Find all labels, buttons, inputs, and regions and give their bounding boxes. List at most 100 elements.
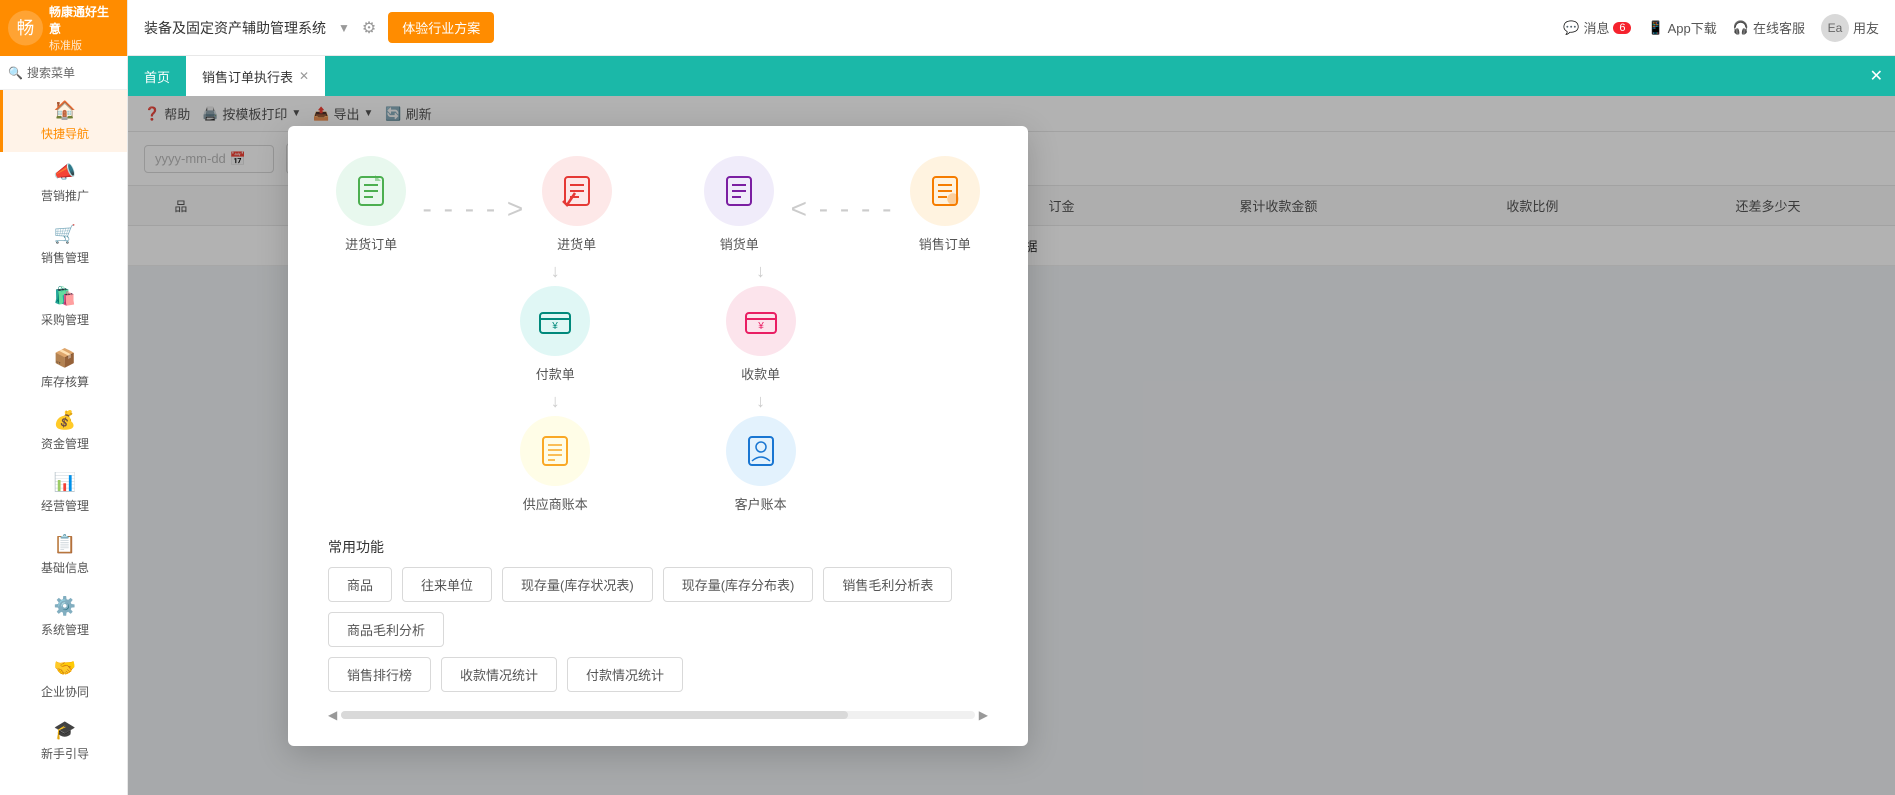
flow-item-supplier-ledger[interactable]: 供应商账本 bbox=[520, 416, 590, 513]
phone-icon: 📱 bbox=[1647, 20, 1663, 36]
func-btn-goods[interactable]: 商品 bbox=[328, 567, 392, 602]
func-btn-stock-dist[interactable]: 现存量(库存分布表) bbox=[663, 567, 814, 602]
supplier-ledger-circle bbox=[520, 416, 590, 486]
message-badge: 6 bbox=[1613, 22, 1631, 34]
flow-item-payment-bill[interactable]: ¥ 付款单 bbox=[520, 286, 590, 383]
func-buttons: 商品 往来单位 现存量(库存状况表) 现存量(库存分布表) 销售毛利分析表 商品… bbox=[328, 567, 988, 647]
sidebar-item-label: 新手引导 bbox=[41, 745, 89, 762]
arrow-down-rec: ↓ bbox=[726, 391, 796, 412]
avatar: Ea bbox=[1821, 14, 1849, 42]
func-btn-sales-rank[interactable]: 销售排行榜 bbox=[328, 657, 431, 692]
sales-order-circle bbox=[910, 156, 980, 226]
supplier-ledger-label: 供应商账本 bbox=[523, 494, 588, 513]
tab-close-icon[interactable]: ✕ bbox=[299, 69, 309, 83]
func-btn-receipt-stats[interactable]: 收款情况统计 bbox=[441, 657, 557, 692]
sidebar-item-newbie[interactable]: 🎓 新手引导 bbox=[0, 710, 127, 772]
main-content: 装备及固定资产辅助管理系统 ▼ ⚙ 体验行业方案 💬 消息 6 📱 App下载 … bbox=[128, 0, 1895, 795]
sidebar-item-marketing[interactable]: 📣 营销推广 bbox=[0, 152, 127, 214]
flow-item-purchase-order[interactable]: 进货订单 bbox=[336, 156, 406, 253]
supplier-ledger-icon bbox=[535, 431, 575, 471]
func-btn-goods-profit[interactable]: 商品毛利分析 bbox=[328, 612, 444, 647]
payment-bill-icon: ¥ bbox=[535, 301, 575, 341]
modal-overlay[interactable]: 进货订单 - - - - > bbox=[128, 96, 1895, 795]
flow-row-1: 进货订单 - - - - > bbox=[328, 156, 988, 253]
inventory-icon: 📦 bbox=[54, 348, 76, 369]
sales-bill-icon bbox=[719, 171, 759, 211]
arrow-right-1: - - - - > bbox=[423, 193, 526, 225]
sidebar-item-quick-nav[interactable]: 🏠 快捷导航 bbox=[0, 90, 127, 152]
operation-icon: 📊 bbox=[54, 472, 76, 493]
flow-item-receipt-bill[interactable]: ¥ 收款单 bbox=[726, 286, 796, 383]
sales-exec-tab-label: 销售订单执行表 bbox=[202, 67, 293, 86]
sidebar-item-inventory[interactable]: 📦 库存核算 bbox=[0, 338, 127, 400]
dropdown-arrow-icon[interactable]: ▼ bbox=[338, 21, 350, 35]
marketing-icon: 📣 bbox=[54, 162, 76, 183]
app-download-btn[interactable]: 📱 App下载 bbox=[1647, 18, 1716, 37]
customer-ledger-circle bbox=[726, 416, 796, 486]
flow-row-2: ¥ 付款单 bbox=[328, 286, 988, 383]
experience-btn[interactable]: 体验行业方案 bbox=[388, 12, 494, 43]
online-service-label: 在线客服 bbox=[1753, 18, 1805, 37]
username: 用友 bbox=[1853, 18, 1879, 37]
page-content: ❓ 帮助 🖨️ 按模板打印 ▼ 📤 导出 ▼ 🔄 刷新 bbox=[128, 96, 1895, 795]
logo-icon: 畅 bbox=[8, 10, 43, 46]
tab-close-main-icon[interactable]: ✕ bbox=[1870, 66, 1883, 86]
arrow-down-pay: ↓ bbox=[520, 391, 590, 412]
gear-icon[interactable]: ⚙ bbox=[362, 18, 376, 38]
arrow-left-1: < - - - - bbox=[791, 193, 894, 225]
sidebar-item-base-info[interactable]: 📋 基础信息 bbox=[0, 524, 127, 586]
flow-modal: 进货订单 - - - - > bbox=[288, 126, 1028, 746]
scroll-left-icon[interactable]: ◀ bbox=[328, 708, 337, 722]
sidebar-logo: 畅 畅康通好生意 标准版 bbox=[0, 0, 127, 56]
sidebar-item-label: 系统管理 bbox=[41, 621, 89, 638]
base-info-icon: 📋 bbox=[54, 534, 76, 555]
func-buttons-row2: 销售排行榜 收款情况统计 付款情况统计 bbox=[328, 657, 988, 692]
modal-scrollbar[interactable]: ◀ ▶ bbox=[328, 708, 988, 722]
func-btn-sales-profit[interactable]: 销售毛利分析表 bbox=[823, 567, 952, 602]
avatar-text: Ea bbox=[1828, 21, 1843, 35]
common-funcs: 常用功能 商品 往来单位 现存量(库存状况表) 现存量(库存分布表) 销售毛利分… bbox=[328, 537, 988, 692]
sidebar-item-sales[interactable]: 🛒 销售管理 bbox=[0, 214, 127, 276]
home-tab-label: 首页 bbox=[144, 67, 170, 86]
func-btn-payment-stats[interactable]: 付款情况统计 bbox=[567, 657, 683, 692]
online-service-btn[interactable]: 🎧 在线客服 bbox=[1733, 18, 1805, 37]
func-btn-stock-status[interactable]: 现存量(库存状况表) bbox=[502, 567, 653, 602]
flow-item-purchase-bill[interactable]: 进货单 bbox=[542, 156, 612, 253]
sales-order-icon bbox=[925, 171, 965, 211]
func-btn-trading-unit[interactable]: 往来单位 bbox=[402, 567, 492, 602]
sidebar-item-operation[interactable]: 📊 经营管理 bbox=[0, 462, 127, 524]
flow-diagram: 进货订单 - - - - > bbox=[328, 156, 988, 529]
sidebar-search[interactable]: 🔍 搜索菜单 bbox=[0, 56, 127, 90]
sidebar-item-purchase[interactable]: 🛍️ 采购管理 bbox=[0, 276, 127, 338]
flow-arrows-down-row2: ↓ ↓ bbox=[328, 391, 988, 412]
customer-ledger-icon bbox=[741, 431, 781, 471]
sidebar-item-finance[interactable]: 💰 资金管理 bbox=[0, 400, 127, 462]
sidebar-search-label: 搜索菜单 bbox=[27, 64, 75, 81]
flow-item-sales-order[interactable]: 销售订单 bbox=[910, 156, 980, 253]
service-icon: 🎧 bbox=[1733, 20, 1749, 36]
sidebar: 畅 畅康通好生意 标准版 🔍 搜索菜单 🏠 快捷导航 📣 营销推广 🛒 销售管理 bbox=[0, 0, 128, 795]
sidebar-item-label: 企业协同 bbox=[41, 683, 89, 700]
finance-icon: 💰 bbox=[54, 410, 76, 431]
scroll-right-icon[interactable]: ▶ bbox=[979, 708, 988, 722]
purchase-order-label: 进货订单 bbox=[345, 234, 397, 253]
message-label: 消息 bbox=[1583, 18, 1609, 37]
flow-item-sales-bill[interactable]: 销货单 bbox=[704, 156, 774, 253]
flow-item-customer-ledger[interactable]: 客户账本 bbox=[726, 416, 796, 513]
message-btn[interactable]: 💬 消息 6 bbox=[1563, 18, 1631, 37]
sidebar-item-system[interactable]: ⚙️ 系统管理 bbox=[0, 586, 127, 648]
user-profile[interactable]: Ea 用友 bbox=[1821, 14, 1879, 42]
system-title: 装备及固定资产辅助管理系统 bbox=[144, 18, 326, 38]
tab-home[interactable]: 首页 bbox=[128, 56, 186, 96]
flow-row-3: 供应商账本 bbox=[328, 416, 988, 513]
topbar: 装备及固定资产辅助管理系统 ▼ ⚙ 体验行业方案 💬 消息 6 📱 App下载 … bbox=[128, 0, 1895, 56]
logo-text2: 标准版 bbox=[49, 37, 119, 53]
payment-bill-circle: ¥ bbox=[520, 286, 590, 356]
purchase-order-circle bbox=[336, 156, 406, 226]
customer-ledger-label: 客户账本 bbox=[735, 494, 787, 513]
sidebar-item-enterprise[interactable]: 🤝 企业协同 bbox=[0, 648, 127, 710]
tab-sales-exec[interactable]: 销售订单执行表 ✕ bbox=[186, 56, 325, 96]
purchase-bill-icon bbox=[557, 171, 597, 211]
sidebar-item-label: 资金管理 bbox=[41, 435, 89, 452]
receipt-bill-label: 收款单 bbox=[741, 364, 780, 383]
